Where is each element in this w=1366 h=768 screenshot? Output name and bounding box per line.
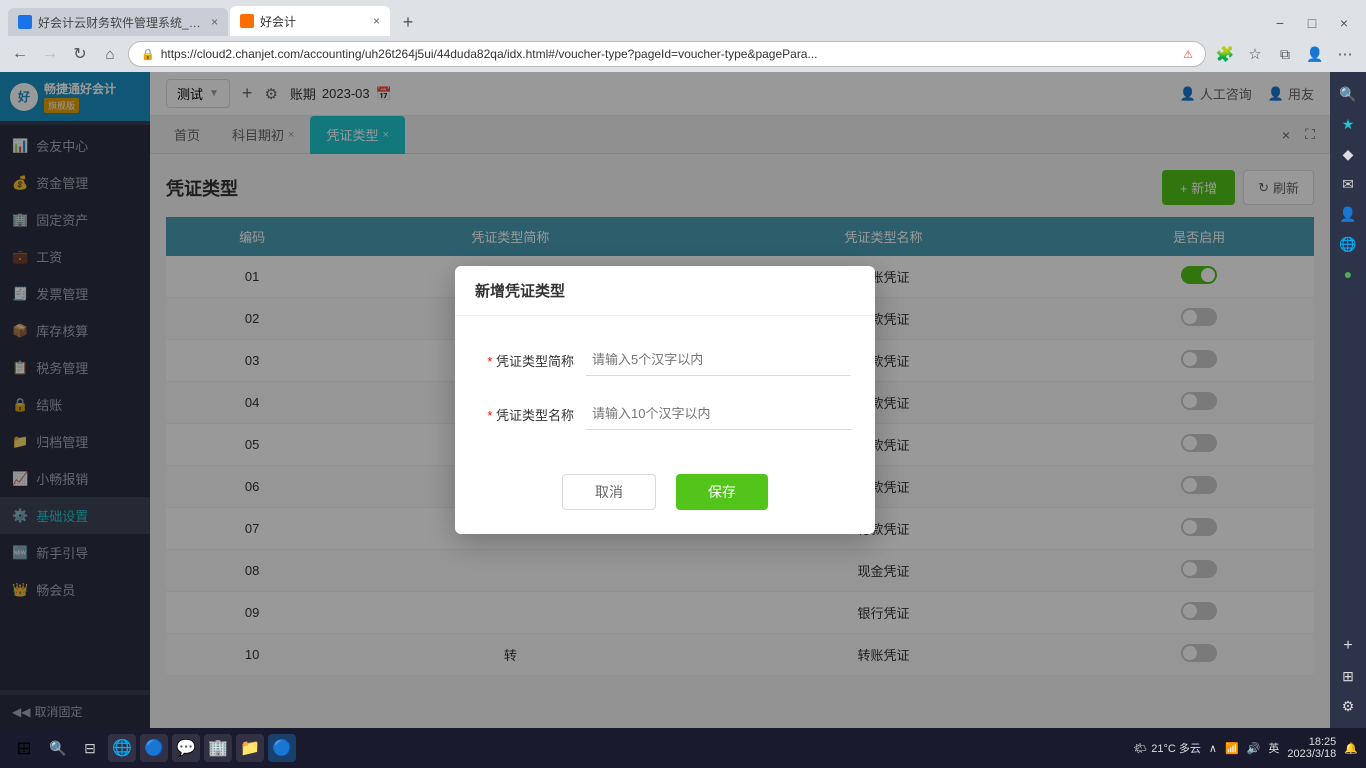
tab-title-1: 好会计云财务软件管理系统_会计 [38,14,205,31]
taskbar-wechat-icon[interactable]: 💬 [172,734,200,762]
taskbar-edge-icon[interactable]: 🔵 [268,734,296,762]
tab-icon-1 [18,15,32,29]
rt-btn-3[interactable]: ◆ [1334,140,1362,168]
taskbar-notification-icon[interactable]: 🔔 [1344,742,1358,755]
taskbar-right: 🌤 21°C 多云 ∧ 📶 🔊 英 18:25 2023/3/18 🔔 [1133,736,1358,760]
weather-icon: 🌤 [1133,742,1147,755]
taskbar-volume-icon[interactable]: 🔊 [1247,742,1261,755]
form-row-name: * 凭证类型名称 [479,398,851,430]
more-btn[interactable]: ⋯ [1332,41,1358,67]
maximize-btn[interactable]: □ [1298,14,1326,32]
taskbar-weather: 🌤 21°C 多云 [1133,740,1201,756]
lock-icon: 🔒 [141,48,155,61]
browser-action-btns: 🧩 ☆ ⧉ 👤 ⋯ [1212,41,1358,67]
taskbar: ⊞ 🔍 ⊟ 🌐 🔵 💬 🏢 📁 🔵 🌤 21°C 多云 ∧ 📶 🔊 英 18:2… [0,728,1366,768]
collections-btn[interactable]: ⧉ [1272,41,1298,67]
taskbar-time: 18:25 [1309,736,1337,748]
name-label: * 凭证类型名称 [479,405,574,424]
address-bar: ← → ↻ ⌂ 🔒 https://cloud2.chanjet.com/acc… [0,36,1366,72]
name-input[interactable] [586,398,851,430]
tab-active[interactable]: 好会计 × [230,6,390,36]
short-name-label: * 凭证类型简称 [479,351,574,370]
close-btn[interactable]: × [1330,14,1358,32]
minimize-btn[interactable]: − [1266,14,1294,32]
bookmark-btn[interactable]: ☆ [1242,41,1268,67]
form-row-short: * 凭证类型简称 [479,344,851,376]
tab-inactive[interactable]: 好会计云财务软件管理系统_会计 × [8,8,228,36]
modal-footer: 取消 保存 [455,466,875,534]
rt-green-btn[interactable]: ● [1334,260,1362,288]
tab-close-2[interactable]: × [373,14,380,28]
rt-grid-btn[interactable]: ⊞ [1334,662,1362,690]
tab-title-2: 好会计 [260,13,367,30]
taskbar-lang: 英 [1268,740,1279,756]
url-bar[interactable]: 🔒 https://cloud2.chanjet.com/accounting/… [128,41,1206,67]
profile-btn[interactable]: 👤 [1302,41,1328,67]
taskbar-multitask-icon[interactable]: ⊟ [76,734,104,762]
short-name-input[interactable] [586,344,851,376]
taskbar-date: 2023/3/18 [1287,748,1336,760]
rt-mail-btn[interactable]: ✉ [1334,170,1362,198]
window-controls: − □ × [1266,14,1358,36]
modal-title: 新增凭证类型 [475,283,565,300]
weather-text: 21°C 多云 [1151,740,1201,756]
modal-overlay: 新增凭证类型 * 凭证类型简称 * 凭证类型名称 取消 保存 [0,72,1330,728]
tab-bar: 好会计云财务软件管理系统_会计 × 好会计 × + − □ × [0,0,1366,36]
rt-settings-btn[interactable]: ⚙ [1334,692,1362,720]
modal-header: 新增凭证类型 [455,266,875,316]
url-text: https://cloud2.chanjet.com/accounting/uh… [161,47,1177,61]
taskbar-search-icon[interactable]: 🔍 [44,734,72,762]
security-icon: ⚠ [1183,48,1193,61]
start-button[interactable]: ⊞ [8,732,40,764]
taskbar-folder-icon[interactable]: 📁 [236,734,264,762]
tab-icon-2 [240,14,254,28]
nav-home-btn[interactable]: ⌂ [98,42,122,66]
nav-refresh-btn[interactable]: ↻ [68,42,92,66]
right-tools-panel: 🔍 ★ ◆ ✉ 👤 🌐 ● + ⊞ ⚙ [1330,72,1366,728]
rt-person-btn[interactable]: 👤 [1334,200,1362,228]
rt-plus-btn[interactable]: + [1334,632,1362,660]
modal-dialog: 新增凭证类型 * 凭证类型简称 * 凭证类型名称 取消 保存 [455,266,875,534]
rt-search-btn[interactable]: 🔍 [1334,80,1362,108]
taskbar-apps: 🔍 ⊟ 🌐 🔵 💬 🏢 📁 🔵 [44,734,1129,762]
browser-chrome: 好会计云财务软件管理系统_会计 × 好会计 × + − □ × ← → ↻ ⌂ … [0,0,1366,72]
taskbar-expand-icon[interactable]: ∧ [1209,742,1217,755]
save-button[interactable]: 保存 [676,474,768,510]
nav-back-btn[interactable]: ← [8,42,32,66]
taskbar-clock: 18:25 2023/3/18 [1287,736,1336,760]
cancel-button[interactable]: 取消 [562,474,656,510]
taskbar-wifi-icon[interactable]: 📶 [1225,742,1239,755]
extensions-btn[interactable]: 🧩 [1212,41,1238,67]
new-tab-button[interactable]: + [394,8,422,36]
taskbar-office-icon[interactable]: 🏢 [204,734,232,762]
tab-close-1[interactable]: × [211,15,218,29]
rt-star-btn[interactable]: ★ [1334,110,1362,138]
nav-forward-btn[interactable]: → [38,42,62,66]
taskbar-explorer-icon[interactable]: 🌐 [108,734,136,762]
taskbar-chrome-icon[interactable]: 🔵 [140,734,168,762]
modal-body: * 凭证类型简称 * 凭证类型名称 [455,316,875,466]
rt-globe-btn[interactable]: 🌐 [1334,230,1362,258]
